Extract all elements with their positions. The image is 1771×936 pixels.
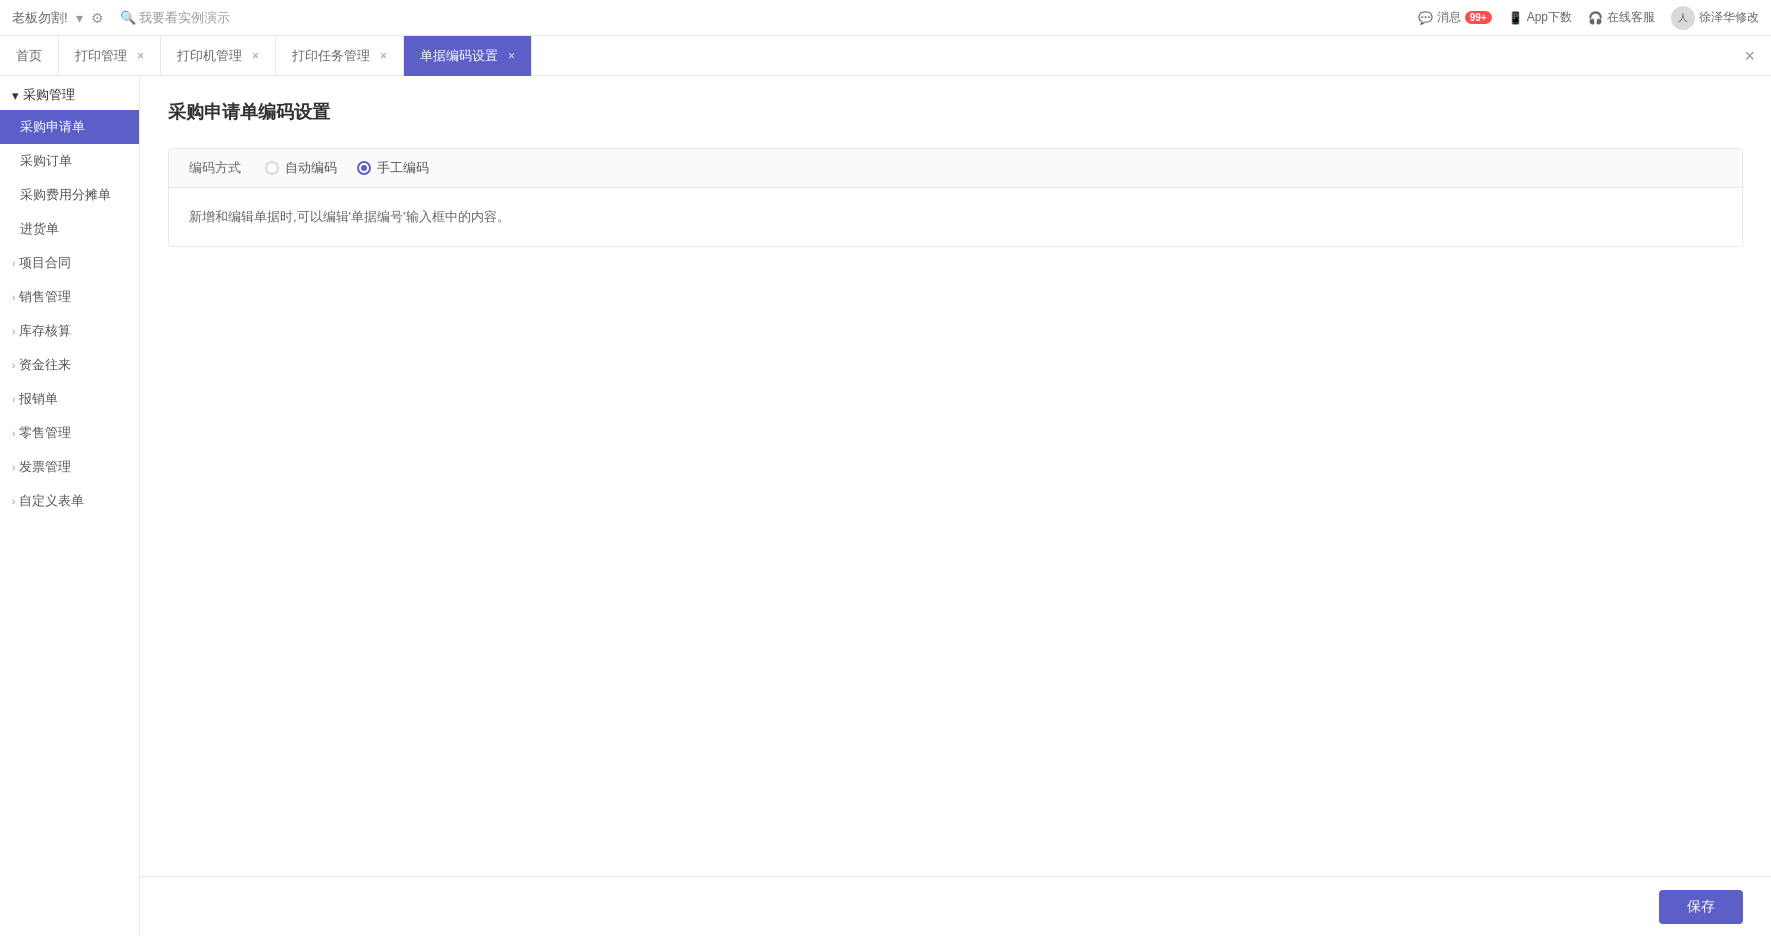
sidebar-group-purchase-mgmt[interactable]: ▾ 采购管理 bbox=[0, 76, 139, 110]
page-title: 采购申请单编码设置 bbox=[168, 100, 1743, 124]
tab-printer-mgmt-label: 打印机管理 bbox=[177, 47, 242, 65]
radio-auto-circle bbox=[265, 161, 279, 175]
panel-close-button[interactable]: × bbox=[1728, 36, 1771, 76]
sidebar-group-purchase-mgmt-label: 采购管理 bbox=[23, 86, 75, 104]
avatar: 人 bbox=[1671, 6, 1695, 30]
chevron-right-icon: › bbox=[12, 326, 15, 337]
online-service-button[interactable]: 🎧 在线客服 bbox=[1588, 9, 1655, 26]
chevron-right-icon: › bbox=[12, 394, 15, 405]
logo-text: 老板勿割! bbox=[12, 9, 68, 27]
chevron-right-icon: › bbox=[12, 292, 15, 303]
sidebar-group-inventory[interactable]: › 库存核算 bbox=[0, 314, 139, 348]
online-service-label: 在线客服 bbox=[1607, 9, 1655, 26]
headset-icon: 🎧 bbox=[1588, 11, 1603, 25]
message-label: 消息 bbox=[1437, 9, 1461, 26]
chevron-right-icon: › bbox=[12, 258, 15, 269]
tab-print-task-mgmt[interactable]: 打印任务管理 × bbox=[276, 36, 404, 76]
encoding-section: 编码方式 自动编码 手工编码 新增和编辑单据时,可以编辑'单据编号'输入框中的内 bbox=[168, 148, 1743, 247]
tab-print-mgmt[interactable]: 打印管理 × bbox=[59, 36, 161, 76]
radio-auto-encoding[interactable]: 自动编码 bbox=[265, 159, 337, 177]
content-footer: 保存 bbox=[140, 876, 1771, 936]
top-bar: 老板勿割! ▾ ⚙ 🔍 我要看实例演示 💬 消息 99+ 📱 App下数 🎧 在… bbox=[0, 0, 1771, 36]
radio-auto-label: 自动编码 bbox=[285, 159, 337, 177]
message-icon: 💬 bbox=[1418, 11, 1433, 25]
app-download-button[interactable]: 📱 App下数 bbox=[1508, 9, 1572, 26]
sidebar-item-purchase-order[interactable]: 采购订单 bbox=[0, 144, 139, 178]
tab-home-label: 首页 bbox=[16, 47, 42, 65]
tab-home[interactable]: 首页 bbox=[0, 36, 59, 76]
tab-printer-mgmt-close[interactable]: × bbox=[252, 49, 259, 63]
sidebar-item-stock-in-label: 进货单 bbox=[20, 220, 59, 238]
tab-print-mgmt-close[interactable]: × bbox=[137, 49, 144, 63]
main-layout: ▾ 采购管理 采购申请单 采购订单 采购费用分摊单 进货单 › 项目合同 › 销… bbox=[0, 76, 1771, 936]
sidebar-item-purchase-order-label: 采购订单 bbox=[20, 152, 72, 170]
sidebar: ▾ 采购管理 采购申请单 采购订单 采购费用分摊单 进货单 › 项目合同 › 销… bbox=[0, 76, 140, 936]
app-download-label: App下数 bbox=[1527, 9, 1572, 26]
tab-single-code-settings[interactable]: 单据编码设置 × bbox=[404, 36, 532, 76]
user-profile-button[interactable]: 人 徐泽华修改 bbox=[1671, 6, 1759, 30]
sidebar-group-invoice-mgmt[interactable]: › 发票管理 bbox=[0, 450, 139, 484]
sidebar-group-sales-mgmt-label: 销售管理 bbox=[19, 288, 71, 306]
sidebar-group-capital-label: 资金往来 bbox=[19, 356, 71, 374]
radio-manual-label: 手工编码 bbox=[377, 159, 429, 177]
tab-single-code-settings-close[interactable]: × bbox=[508, 49, 515, 63]
message-badge: 99+ bbox=[1465, 11, 1492, 24]
tab-bar: 首页 打印管理 × 打印机管理 × 打印任务管理 × 单据编码设置 × × bbox=[0, 36, 1771, 76]
sidebar-group-returns-label: 报销单 bbox=[19, 390, 58, 408]
sidebar-group-returns[interactable]: › 报销单 bbox=[0, 382, 139, 416]
sidebar-group-invoice-mgmt-label: 发票管理 bbox=[19, 458, 71, 476]
encoding-body: 新增和编辑单据时,可以编辑'单据编号'输入框中的内容。 bbox=[169, 188, 1742, 246]
sidebar-group-project-contract-label: 项目合同 bbox=[19, 254, 71, 272]
encoding-header: 编码方式 自动编码 手工编码 bbox=[169, 149, 1742, 188]
sidebar-group-sales-mgmt[interactable]: › 销售管理 bbox=[0, 280, 139, 314]
sidebar-group-retail-mgmt-label: 零售管理 bbox=[19, 424, 71, 442]
chevron-down-icon[interactable]: ▾ bbox=[76, 10, 83, 26]
encoding-radio-group: 自动编码 手工编码 bbox=[265, 159, 429, 177]
content-inner: 采购申请单编码设置 编码方式 自动编码 手工编码 bbox=[140, 76, 1771, 876]
sidebar-group-custom-forms-label: 自定义表单 bbox=[19, 492, 84, 510]
sidebar-group-retail-mgmt[interactable]: › 零售管理 bbox=[0, 416, 139, 450]
sidebar-item-purchase-expense-label: 采购费用分摊单 bbox=[20, 186, 111, 204]
chevron-right-icon: › bbox=[12, 360, 15, 371]
tab-printer-mgmt[interactable]: 打印机管理 × bbox=[161, 36, 276, 76]
app-download-icon: 📱 bbox=[1508, 11, 1523, 25]
radio-manual-encoding[interactable]: 手工编码 bbox=[357, 159, 429, 177]
message-button[interactable]: 💬 消息 99+ bbox=[1418, 9, 1492, 26]
chevron-right-icon: › bbox=[12, 428, 15, 439]
sidebar-item-stock-in[interactable]: 进货单 bbox=[0, 212, 139, 246]
tab-print-task-mgmt-close[interactable]: × bbox=[380, 49, 387, 63]
sidebar-item-purchase-req[interactable]: 采购申请单 bbox=[0, 110, 139, 144]
chevron-right-icon: › bbox=[12, 496, 15, 507]
hint-text: 新增和编辑单据时,可以编辑'单据编号'输入框中的内容。 bbox=[189, 208, 1722, 226]
sidebar-item-purchase-expense[interactable]: 采购费用分摊单 bbox=[0, 178, 139, 212]
tab-single-code-settings-label: 单据编码设置 bbox=[420, 47, 498, 65]
sidebar-group-capital[interactable]: › 资金往来 bbox=[0, 348, 139, 382]
tab-print-task-mgmt-label: 打印任务管理 bbox=[292, 47, 370, 65]
sidebar-item-purchase-req-label: 采购申请单 bbox=[20, 118, 85, 136]
save-button[interactable]: 保存 bbox=[1659, 890, 1743, 924]
tab-print-mgmt-label: 打印管理 bbox=[75, 47, 127, 65]
top-bar-right: 💬 消息 99+ 📱 App下数 🎧 在线客服 人 徐泽华修改 bbox=[1418, 6, 1759, 30]
chevron-right-icon: › bbox=[12, 462, 15, 473]
chevron-down-icon: ▾ bbox=[12, 88, 19, 103]
sidebar-group-custom-forms[interactable]: › 自定义表单 bbox=[0, 484, 139, 518]
search-demo: 🔍 我要看实例演示 bbox=[120, 9, 231, 27]
top-bar-left: 老板勿割! ▾ ⚙ 🔍 我要看实例演示 bbox=[12, 9, 230, 27]
sidebar-group-inventory-label: 库存核算 bbox=[19, 322, 71, 340]
gear-icon[interactable]: ⚙ bbox=[91, 10, 104, 26]
encoding-label: 编码方式 bbox=[189, 159, 241, 177]
sidebar-group-project-contract[interactable]: › 项目合同 bbox=[0, 246, 139, 280]
user-name: 徐泽华修改 bbox=[1699, 9, 1759, 26]
radio-manual-circle bbox=[357, 161, 371, 175]
content-area: 采购申请单编码设置 编码方式 自动编码 手工编码 bbox=[140, 76, 1771, 936]
